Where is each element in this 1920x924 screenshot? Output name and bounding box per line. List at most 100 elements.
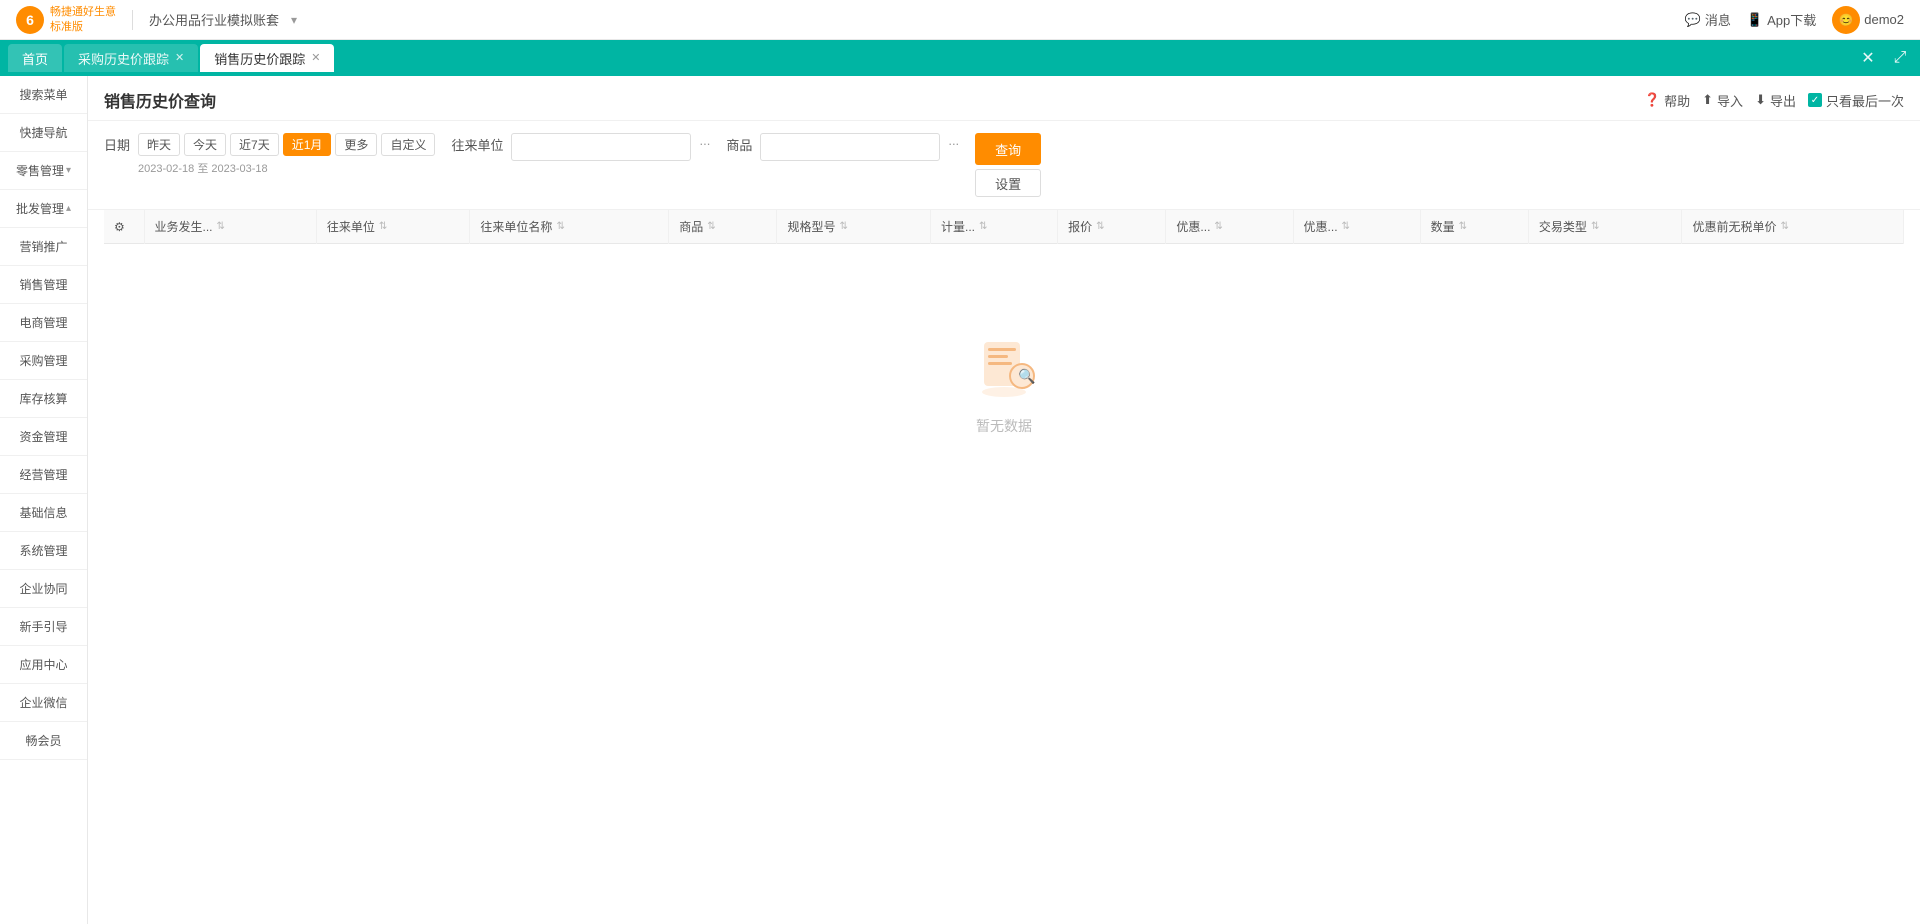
query-button[interactable]: 查询	[975, 133, 1041, 165]
only-last-checkbox-group[interactable]: ✓ 只看最后一次	[1808, 91, 1904, 110]
th-pre-tax-price[interactable]: 优惠前无税单价 ⇅	[1682, 210, 1904, 244]
sidebar: 搜索菜单 快捷导航 零售管理 ▾ 批发管理 ▴ 营销推广 销售管理 电商管理 采…	[0, 76, 88, 924]
help-icon: ❓	[1644, 92, 1660, 108]
sidebar-item-search-menu[interactable]: 搜索菜单	[0, 76, 87, 114]
sidebar-wholesale-mgmt-label: 批发管理	[16, 200, 64, 217]
sort-icon-price: ⇅	[1096, 221, 1104, 232]
product-filter-group: 商品 ...	[726, 133, 959, 161]
avatar: 😊	[1832, 6, 1860, 34]
sort-icon-spec: ⇅	[840, 221, 848, 232]
retail-mgmt-arrow-icon: ▾	[66, 165, 71, 176]
sidebar-item-retail-mgmt[interactable]: 零售管理 ▾	[0, 152, 87, 190]
th-discount1[interactable]: 优惠... ⇅	[1166, 210, 1293, 244]
date-btn-today[interactable]: 今天	[184, 133, 226, 156]
date-btn-more[interactable]: 更多	[335, 133, 377, 156]
sidebar-item-basic-info[interactable]: 基础信息	[0, 494, 87, 532]
sort-icon-partner-name: ⇅	[556, 221, 564, 232]
th-qty[interactable]: 数量 ⇅	[1420, 210, 1528, 244]
sidebar-item-quick-nav[interactable]: 快捷导航	[0, 114, 87, 152]
gear-icon: ⚙	[114, 220, 125, 234]
help-btn[interactable]: ❓ 帮助	[1644, 91, 1690, 110]
sort-icon-biz-date: ⇅	[217, 221, 225, 232]
sidebar-new-guide-label: 新手引导	[19, 618, 67, 635]
product-dots: ...	[948, 133, 959, 148]
filter-bar: 日期 昨天 今天 近7天 近1月 更多 自定义 2023-02-18 至 202…	[88, 121, 1920, 210]
th-trade-type[interactable]: 交易类型 ⇅	[1528, 210, 1682, 244]
page-title: 销售历史价查询	[104, 88, 216, 112]
sidebar-item-ecommerce-mgmt[interactable]: 电商管理	[0, 304, 87, 342]
sidebar-purchase-mgmt-label: 采购管理	[19, 352, 67, 369]
app-download-icon: 📱	[1747, 12, 1763, 28]
th-product[interactable]: 商品 ⇅	[669, 210, 777, 244]
th-discount2[interactable]: 优惠... ⇅	[1293, 210, 1420, 244]
tab-purchase-history-close[interactable]: ✕	[175, 53, 184, 64]
header-right: 💬 消息 📱 App下载 😊 demo2	[1685, 6, 1904, 34]
th-partner-name[interactable]: 往来单位名称 ⇅	[470, 210, 669, 244]
sort-icon-trade-type: ⇅	[1591, 221, 1599, 232]
sort-icon-pre-tax-price: ⇅	[1780, 221, 1788, 232]
only-last-checkbox[interactable]: ✓	[1808, 93, 1822, 107]
workspace-dropdown-icon[interactable]: ▾	[291, 13, 297, 27]
tab-sales-history-label: 销售历史价跟踪	[214, 49, 305, 68]
sidebar-item-vip-member[interactable]: 畅会员	[0, 722, 87, 760]
sidebar-item-new-guide[interactable]: 新手引导	[0, 608, 87, 646]
page-header: 销售历史价查询 ❓ 帮助 ⬆ 导入 ⬇ 导出 ✓	[88, 76, 1920, 121]
sidebar-inventory-label: 库存核算	[19, 390, 67, 407]
svg-text:🔍: 🔍	[1018, 367, 1035, 385]
sidebar-vip-member-label: 畅会员	[25, 732, 61, 749]
sidebar-item-enterprise-wechat[interactable]: 企业微信	[0, 684, 87, 722]
tab-sales-history[interactable]: 销售历史价跟踪 ✕	[200, 44, 334, 72]
sidebar-item-marketing[interactable]: 营销推广	[0, 228, 87, 266]
sort-icon-unit: ⇅	[979, 221, 987, 232]
sidebar-item-wholesale-mgmt[interactable]: 批发管理 ▴	[0, 190, 87, 228]
export-btn[interactable]: ⬇ 导出	[1755, 91, 1796, 110]
th-partner-code[interactable]: 往来单位 ⇅	[316, 210, 470, 244]
th-unit[interactable]: 计量... ⇅	[931, 210, 1058, 244]
th-spec[interactable]: 规格型号 ⇅	[777, 210, 931, 244]
sidebar-item-enterprise-collab[interactable]: 企业协同	[0, 570, 87, 608]
settings-button[interactable]: 设置	[975, 169, 1041, 197]
sort-icon-qty: ⇅	[1459, 221, 1467, 232]
tab-home[interactable]: 首页	[8, 44, 62, 72]
logo-icon: 6	[16, 6, 44, 34]
table-header: ⚙ 业务发生... ⇅ 往来单位	[104, 210, 1904, 244]
user-profile[interactable]: 😊 demo2	[1832, 6, 1904, 34]
sidebar-operations-mgmt-label: 经营管理	[19, 466, 67, 483]
close-window-btn[interactable]: ✕	[1856, 46, 1880, 70]
th-biz-date[interactable]: 业务发生... ⇅	[144, 210, 316, 244]
empty-text: 暂无数据	[976, 416, 1032, 436]
partner-input[interactable]	[511, 133, 691, 161]
tab-bar-right: ✕ ⤢	[1856, 46, 1912, 70]
expand-window-btn[interactable]: ⤢	[1888, 46, 1912, 70]
table-container: ⚙ 业务发生... ⇅ 往来单位	[88, 210, 1920, 532]
sidebar-item-inventory[interactable]: 库存核算	[0, 380, 87, 418]
sort-icon-partner-code: ⇅	[379, 221, 387, 232]
tab-purchase-history[interactable]: 采购历史价跟踪 ✕	[64, 44, 198, 72]
date-filter-group: 日期 昨天 今天 近7天 近1月 更多 自定义 2023-02-18 至 202…	[104, 133, 435, 176]
import-icon: ⬆	[1702, 92, 1713, 108]
th-gear[interactable]: ⚙	[104, 210, 144, 244]
date-btn-1month[interactable]: 近1月	[283, 133, 332, 156]
logo-area: 6 畅捷通好生意 标准版	[16, 5, 116, 34]
empty-state: 🔍 暂无数据	[104, 244, 1904, 516]
sidebar-item-system-mgmt[interactable]: 系统管理	[0, 532, 87, 570]
sidebar-item-finance-mgmt[interactable]: 资金管理	[0, 418, 87, 456]
message-btn[interactable]: 💬 消息	[1685, 10, 1731, 29]
sidebar-item-app-center[interactable]: 应用中心	[0, 646, 87, 684]
date-btn-custom[interactable]: 自定义	[381, 133, 435, 156]
import-btn[interactable]: ⬆ 导入	[1702, 91, 1743, 110]
data-table: ⚙ 业务发生... ⇅ 往来单位	[104, 210, 1904, 244]
table-header-row: ⚙ 业务发生... ⇅ 往来单位	[104, 210, 1904, 244]
date-btn-yesterday[interactable]: 昨天	[138, 133, 180, 156]
th-price[interactable]: 报价 ⇅	[1058, 210, 1166, 244]
app-download-btn[interactable]: 📱 App下载	[1747, 10, 1816, 29]
sidebar-item-operations-mgmt[interactable]: 经营管理	[0, 456, 87, 494]
product-input[interactable]	[760, 133, 940, 161]
tab-sales-history-close[interactable]: ✕	[311, 53, 320, 64]
sidebar-sales-mgmt-label: 销售管理	[19, 276, 67, 293]
date-btn-7days[interactable]: 近7天	[230, 133, 279, 156]
sidebar-item-purchase-mgmt[interactable]: 采购管理	[0, 342, 87, 380]
date-range-text: 2023-02-18 至 2023-03-18	[138, 160, 435, 176]
wholesale-mgmt-arrow-icon: ▴	[66, 203, 71, 214]
sidebar-item-sales-mgmt[interactable]: 销售管理	[0, 266, 87, 304]
